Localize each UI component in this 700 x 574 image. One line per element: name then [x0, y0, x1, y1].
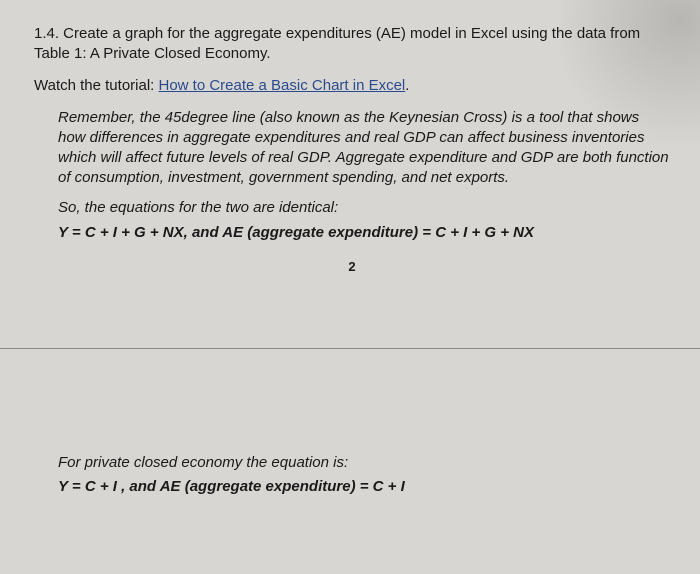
private-closed-equations: Y = C + I , and AE (aggregate expenditur… [58, 478, 670, 495]
remember-paragraph: Remember, the 45degree line (also known … [58, 108, 670, 189]
task-heading: 1.4. Create a graph for the aggregate ex… [34, 24, 670, 65]
private-closed-intro: For private closed economy the equation … [58, 454, 670, 471]
watch-prefix: Watch the tutorial: [34, 77, 159, 94]
indented-body: Remember, the 45degree line (also known … [34, 108, 670, 274]
watch-tutorial-line: Watch the tutorial: How to Create a Basi… [34, 77, 670, 94]
top-section: 1.4. Create a graph for the aggregate ex… [34, 24, 670, 274]
equations-intro: So, the equations for the two are identi… [58, 199, 670, 216]
page-divider [0, 348, 700, 349]
equations-main: Y = C + I + G + NX, and AE (aggregate ex… [58, 224, 670, 241]
watch-suffix: . [405, 77, 409, 94]
bottom-section: For private closed economy the equation … [34, 454, 670, 495]
tutorial-link[interactable]: How to Create a Basic Chart in Excel [159, 77, 406, 94]
page-number: 2 [34, 259, 670, 274]
